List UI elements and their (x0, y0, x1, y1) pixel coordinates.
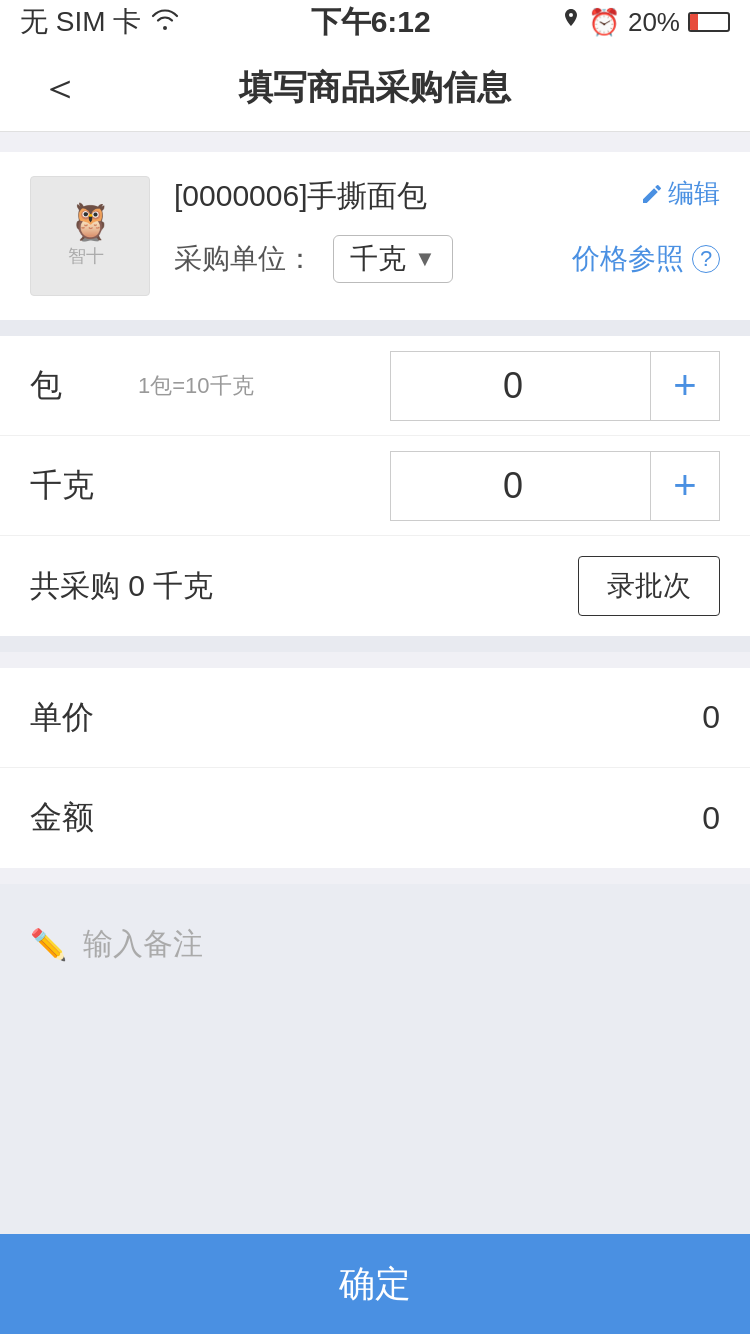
status-bar: 无 SIM 卡 下午6:12 ⏰ 20% (0, 0, 750, 44)
battery-pct: 20% (628, 7, 680, 38)
edit-button[interactable]: 编辑 (640, 176, 720, 211)
input-row-bag: 包 1包=10千克 + (0, 336, 750, 436)
chevron-down-icon: ▼ (414, 246, 436, 272)
input-section: 包 1包=10千克 + 千克 + (0, 336, 750, 536)
pencil-icon: ✏️ (30, 927, 67, 962)
wifi-icon (151, 6, 179, 38)
location-icon (562, 7, 580, 38)
product-logo-icon: 🦉 (68, 204, 113, 240)
help-icon: ? (692, 245, 720, 273)
product-card: 🦉 智十 [0000006]手撕面包 编辑 采购单位： 千克 ▼ 价格 (0, 152, 750, 320)
price-section: 单价 0 金额 0 (0, 668, 750, 868)
status-left: 无 SIM 卡 (20, 3, 179, 41)
alarm-icon: ⏰ (588, 7, 620, 38)
amount-label: 金额 (30, 796, 94, 840)
record-batch-button[interactable]: 录批次 (578, 556, 720, 616)
section-divider-2 (0, 636, 750, 652)
status-time: 下午6:12 (311, 2, 431, 43)
product-info: [0000006]手撕面包 编辑 采购单位： 千克 ▼ 价格参照 ? (174, 176, 720, 283)
kg-increment-button[interactable]: + (650, 451, 720, 521)
back-button[interactable]: ＜ (30, 50, 90, 125)
unit-price-label: 单价 (30, 696, 94, 740)
page-title: 填写商品采购信息 (239, 65, 511, 111)
price-reference-button[interactable]: 价格参照 ? (572, 240, 720, 278)
status-right: ⏰ 20% (562, 7, 730, 38)
nav-bar: ＜ 填写商品采购信息 (0, 44, 750, 132)
product-logo-text: 智十 (68, 244, 113, 268)
input-row-kg: 千克 + (0, 436, 750, 536)
note-section[interactable]: ✏️ 输入备注 (0, 884, 750, 1004)
product-image: 🦉 智十 (30, 176, 150, 296)
kg-quantity-input[interactable] (390, 451, 650, 521)
product-name: [0000006]手撕面包 (174, 176, 427, 217)
note-placeholder: 输入备注 (83, 924, 203, 965)
summary-row: 共采购 0 千克 录批次 (0, 536, 750, 636)
section-divider-1 (0, 320, 750, 336)
amount-row: 金额 0 (0, 768, 750, 868)
battery-indicator (688, 12, 730, 32)
unit-prefix: 采购单位： (174, 243, 314, 274)
unit-price-value: 0 (702, 699, 720, 736)
total-purchase-text: 共采购 0 千克 (30, 566, 213, 607)
confirm-button[interactable]: 确定 (0, 1234, 750, 1334)
unit-value: 千克 (350, 240, 406, 278)
unit-selector[interactable]: 千克 ▼ (333, 235, 453, 283)
bag-increment-button[interactable]: + (650, 351, 720, 421)
amount-value: 0 (702, 800, 720, 837)
bag-sublabel: 1包=10千克 (138, 371, 254, 401)
carrier-label: 无 SIM 卡 (20, 3, 141, 41)
bag-quantity-input[interactable] (390, 351, 650, 421)
bag-label: 包 (30, 364, 130, 408)
unit-price-row: 单价 0 (0, 668, 750, 768)
kg-label: 千克 (30, 464, 130, 508)
